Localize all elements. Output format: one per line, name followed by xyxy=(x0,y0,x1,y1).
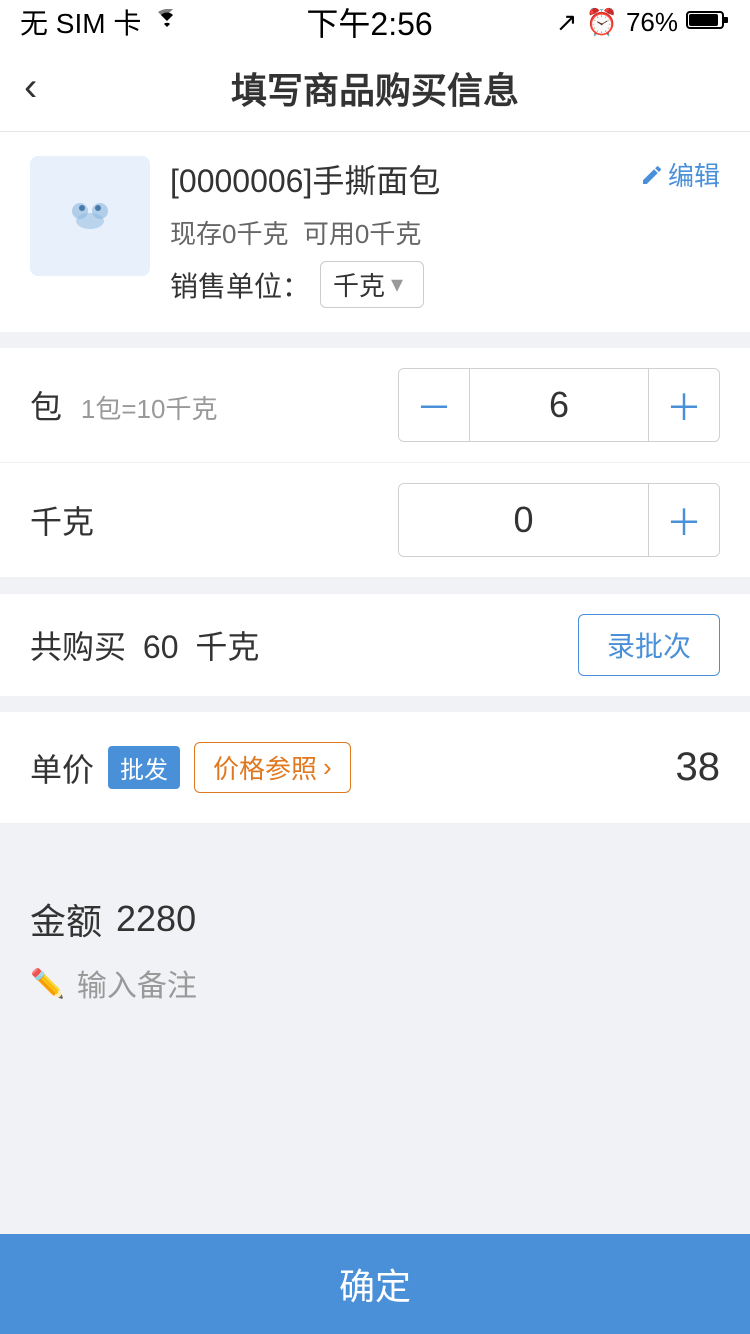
amount-section: 金额 2280 ✏️ 输入备注 xyxy=(0,839,750,1029)
alarm-icon: ⏰ xyxy=(586,7,618,38)
batch-button[interactable]: 录批次 xyxy=(578,614,720,676)
confirm-button[interactable]: 确定 xyxy=(0,1234,750,1334)
status-right: ↗ ⏰ 76% xyxy=(556,7,730,38)
price-tag: 批发 xyxy=(108,746,180,789)
edit-label: 编辑 xyxy=(668,156,720,193)
price-ref-label: 价格参照 xyxy=(213,749,317,786)
confirm-label: 确定 xyxy=(339,1258,411,1310)
amount-row: 金额 2280 xyxy=(30,869,720,961)
bag-label-container: 包 1包=10千克 xyxy=(30,382,398,428)
note-row[interactable]: ✏️ 输入备注 xyxy=(30,961,720,1029)
product-info: [0000006]手撕面包 编辑 现存0千克 可用0千克 销售单位： 千克 ▾ xyxy=(170,156,720,308)
amount-label: 金额 xyxy=(30,893,102,945)
kg-qty-control: ＋ xyxy=(398,483,720,557)
back-button[interactable]: ‹ xyxy=(24,65,37,110)
total-label: 共购买 60 千克 xyxy=(30,622,578,668)
bag-plus-button[interactable]: ＋ xyxy=(649,369,719,441)
bag-label: 包 xyxy=(30,389,62,425)
price-ref-arrow: › xyxy=(323,752,332,783)
bag-qty-control: － ＋ xyxy=(398,368,720,442)
bag-qty-input[interactable] xyxy=(469,369,649,441)
price-row: 单价 批发 价格参照 › 38 xyxy=(30,742,720,793)
price-ref-button[interactable]: 价格参照 › xyxy=(194,742,351,793)
unit-select[interactable]: 千克 ▾ xyxy=(320,261,424,308)
bottom-spacer xyxy=(0,1029,750,1149)
product-unit: 销售单位： 千克 ▾ xyxy=(170,261,720,308)
page-title: 填写商品购买信息 xyxy=(231,62,519,114)
price-label: 单价 xyxy=(30,745,94,791)
status-time: 下午2:56 xyxy=(306,0,432,45)
edit-button[interactable]: 编辑 xyxy=(640,156,720,193)
note-label: 输入备注 xyxy=(77,961,197,1005)
product-stock: 现存0千克 可用0千克 xyxy=(170,214,720,251)
total-row: 共购买 60 千克 录批次 xyxy=(0,594,750,696)
location-icon: ↗ xyxy=(556,7,578,38)
battery-icon xyxy=(686,7,730,38)
divider-3 xyxy=(0,823,750,839)
total-unit: 千克 xyxy=(195,629,259,665)
product-name: [0000006]手撕面包 xyxy=(170,156,440,202)
price-value: 38 xyxy=(676,745,721,790)
product-card: [0000006]手撕面包 编辑 现存0千克 可用0千克 销售单位： 千克 ▾ xyxy=(0,132,750,332)
divider-2 xyxy=(0,696,750,712)
battery-text: 76% xyxy=(626,7,678,38)
price-section: 单价 批发 价格参照 › 38 xyxy=(0,712,750,823)
product-thumbnail xyxy=(30,156,150,276)
bag-hint: 1包=10千克 xyxy=(81,394,218,424)
status-bar: 无 SIM 卡 下午2:56 ↗ ⏰ 76% xyxy=(0,0,750,44)
bag-minus-button[interactable]: － xyxy=(399,369,469,441)
product-header: [0000006]手撕面包 编辑 xyxy=(170,156,720,202)
total-amount: 60 xyxy=(143,629,179,665)
sim-text: 无 SIM 卡 xyxy=(20,2,141,42)
status-left: 无 SIM 卡 xyxy=(20,2,183,42)
nav-bar: ‹ 填写商品购买信息 xyxy=(0,44,750,132)
kg-quantity-row: 千克 ＋ xyxy=(0,463,750,578)
amount-value: 2280 xyxy=(116,898,196,940)
wifi-icon xyxy=(151,6,183,38)
kg-label: 千克 xyxy=(30,497,398,543)
bag-quantity-row: 包 1包=10千克 － ＋ xyxy=(0,348,750,463)
kg-plus-button[interactable]: ＋ xyxy=(649,484,719,556)
divider-1 xyxy=(0,578,750,594)
pencil-icon: ✏️ xyxy=(30,967,65,1000)
kg-qty-input[interactable] xyxy=(399,484,649,556)
